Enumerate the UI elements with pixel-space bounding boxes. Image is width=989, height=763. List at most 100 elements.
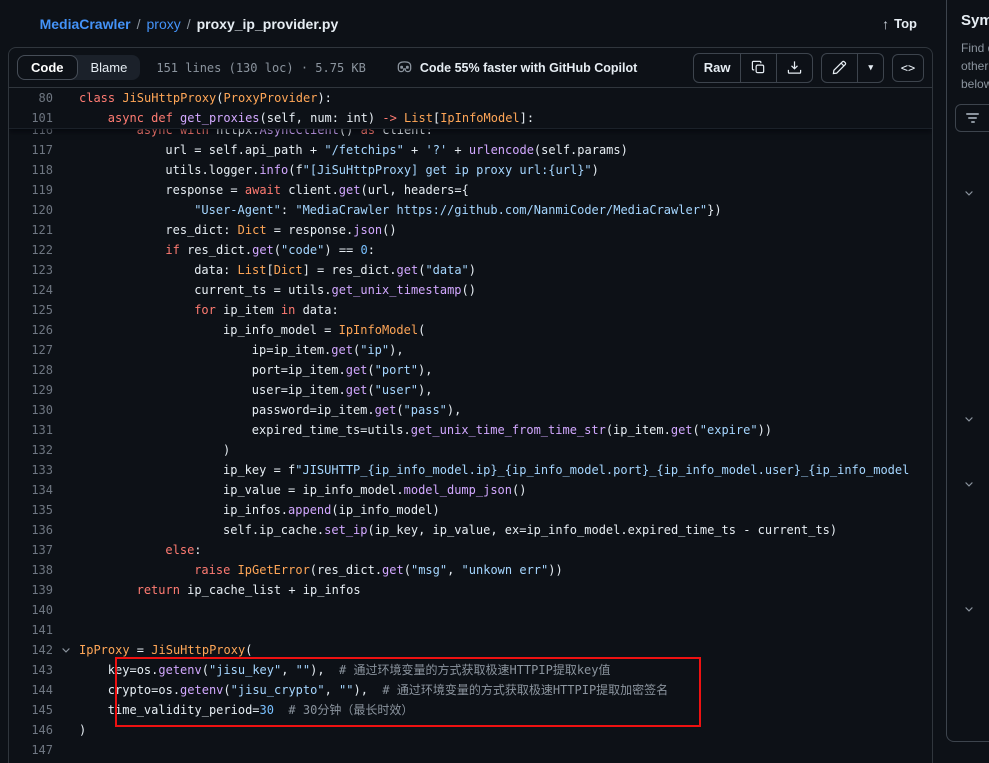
line-number[interactable]: 133 [9,460,53,480]
code-text: key=os.getenv("jisu_key", ""), # 通过环境变量的… [79,660,611,680]
line-number[interactable]: 138 [9,560,53,580]
copilot-banner[interactable]: Code 55% faster with GitHub Copilot [396,59,637,76]
chevron-down-icon[interactable] [963,187,975,199]
download-button[interactable] [777,54,812,82]
code-text: crypto=os.getenv("jisu_crypto", ""), # 通… [79,680,668,700]
line-number[interactable]: 135 [9,500,53,520]
filter-symbols-input[interactable] [955,104,989,132]
tab-blame[interactable]: Blame [78,55,141,80]
code-text: "User-Agent": "MediaCrawler https://gith… [79,200,722,220]
code-text: class JiSuHttpProxy(ProxyProvider): [79,88,332,108]
description-line: other symbols in this file by clicking a… [961,57,989,75]
line-number[interactable]: 141 [9,620,53,640]
code-line: 101 async def get_proxies(self, num: int)… [9,108,932,128]
symbol-row [963,473,975,495]
code-text: self.ip_cache.set_ip(ip_key, ip_value, e… [79,520,837,540]
code-text: async def get_proxies(self, num: int) ->… [79,108,534,128]
scroll-to-top-button[interactable]: ↑ Top [882,16,917,32]
code-text: raise IpGetError(res_dict.get("msg", "un… [79,560,563,580]
line-number[interactable]: 80 [9,88,53,108]
copy-raw-button[interactable] [741,54,777,82]
line-number[interactable]: 127 [9,340,53,360]
toolbar-actions: Raw [693,53,924,83]
line-number[interactable]: 143 [9,660,53,680]
line-number[interactable]: 118 [9,160,53,180]
top-label: Top [894,16,917,31]
line-number[interactable]: 137 [9,540,53,560]
code-line: 126 ip_info_model = IpInfoModel( [9,320,932,340]
line-number[interactable]: 144 [9,680,53,700]
code-line: 129 user=ip_item.get("user"), [9,380,932,400]
code-text: response = await client.get(url, headers… [79,180,469,200]
code-line: 139 return ip_cache_list + ip_infos [9,580,932,600]
code-line: 141 [9,620,932,640]
edit-dropdown-button[interactable]: ▾ [858,54,883,82]
description-line: Find definitions and references for func… [961,39,989,57]
code-text: else: [79,540,202,560]
code-text: return ip_cache_list + ip_infos [79,580,361,600]
code-text: res_dict: Dict = response.json() [79,220,397,240]
chevron-down-icon[interactable] [963,478,975,490]
line-number[interactable]: 131 [9,420,53,440]
code-line: 143 key=os.getenv("jisu_key", ""), # 通过环境… [9,660,932,680]
line-number[interactable]: 145 [9,700,53,720]
edit-button[interactable] [822,54,858,82]
code-text: user=ip_item.get("user"), [79,380,432,400]
line-number[interactable]: 117 [9,140,53,160]
line-number[interactable]: 146 [9,720,53,740]
code-line: 118utils.logger.info(f"[JiSuHttpProxy] g… [9,160,932,180]
symbols-panel-title: Symbols [947,0,989,29]
line-number[interactable]: 132 [9,440,53,460]
code-line: 136 self.ip_cache.set_ip(ip_key, ip_value… [9,520,932,540]
line-number[interactable]: 120 [9,200,53,220]
breadcrumb-repo-link[interactable]: MediaCrawler [40,16,131,32]
code-text: ip_info_model = IpInfoModel( [79,320,425,340]
breadcrumb-dir-link[interactable]: proxy [147,16,181,32]
code-line: 124 current_ts = utils.get_unix_timestamp… [9,280,932,300]
line-number[interactable]: 134 [9,480,53,500]
code-line: 140 [9,600,932,620]
copilot-icon [396,59,413,76]
file-toolbar: Code Blame 151 lines (130 loc) · 5.75 KB… [9,48,932,88]
code-line: 138 raise IpGetError(res_dict.get("msg", … [9,560,932,580]
code-line: 122if res_dict.get("code") == 0: [9,240,932,260]
line-number[interactable]: 130 [9,400,53,420]
code-line: 117url = self.api_path + "/fetchips" + '… [9,140,932,160]
line-number[interactable]: 139 [9,580,53,600]
chevron-down-icon[interactable] [963,603,975,615]
line-number[interactable]: 126 [9,320,53,340]
raw-button[interactable]: Raw [694,54,742,82]
line-number[interactable]: 123 [9,260,53,280]
tab-code[interactable]: Code [17,55,78,80]
collapse-chevron-icon[interactable] [53,644,79,656]
line-number[interactable]: 121 [9,220,53,240]
code-text: for ip_item in data: [79,300,339,320]
code-text: ip_key = f"JISUHTTP_{ip_info_model.ip}_{… [79,460,909,480]
line-number[interactable]: 129 [9,380,53,400]
line-number[interactable]: 119 [9,180,53,200]
code-area: 116async with httpx.AsyncClient() as cli… [9,88,932,763]
code-text: ip_value = ip_info_model.model_dump_json… [79,480,526,500]
line-number[interactable]: 128 [9,360,53,380]
line-number[interactable]: 124 [9,280,53,300]
line-number[interactable]: 136 [9,520,53,540]
chevron-down-icon[interactable] [963,413,975,425]
line-number[interactable]: 101 [9,108,53,128]
symbols-panel-description: Find definitions and references for func… [947,29,989,93]
code-text: time_validity_period=30 # 30分钟（最长时效） [79,700,413,720]
description-line: below. [961,75,989,93]
code-line: 135ip_infos.append(ip_info_model) [9,500,932,520]
line-number[interactable]: 147 [9,740,53,760]
code-line: 132) [9,440,932,460]
code-blame-switch: Code Blame [17,55,140,80]
line-number[interactable]: 142 [9,640,53,660]
code-line: 121 res_dict: Dict = response.json() [9,220,932,240]
line-number[interactable]: 140 [9,600,53,620]
code-text: current_ts = utils.get_unix_timestamp() [79,280,476,300]
breadcrumb: MediaCrawler/proxy/proxy_ip_provider.py … [8,0,933,47]
symbols-panel-toggle-button[interactable]: <> [892,54,924,82]
file-meta-info: 151 lines (130 loc) · 5.75 KB [156,61,366,75]
code-line: 130password=ip_item.get("pass"), [9,400,932,420]
line-number[interactable]: 122 [9,240,53,260]
line-number[interactable]: 125 [9,300,53,320]
